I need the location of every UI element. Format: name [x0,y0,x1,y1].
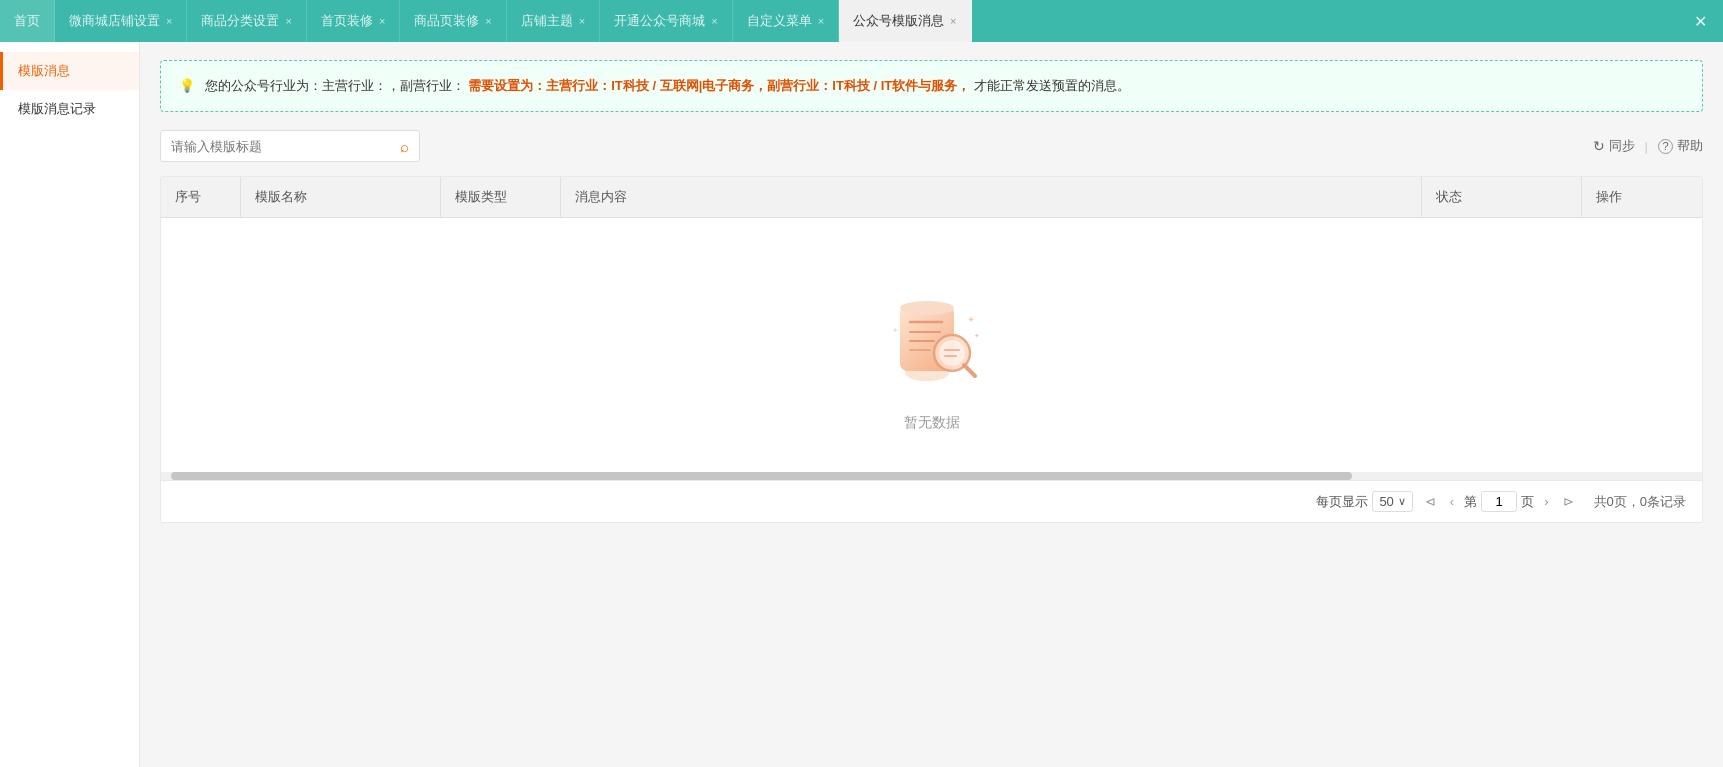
content-area: 💡 您的公众号行业为：主营行业：，副营行业： 需要设置为：主营行业：IT科技 /… [140,42,1723,767]
close-icon[interactable]: × [166,16,172,27]
page-nav: ⊲ ‹ 第 页 › ⊳ [1421,491,1578,512]
tab-shop-settings[interactable]: 微商城店铺设置 × [55,0,187,42]
alert-prefix: 您的公众号行业为：主营行业：，副营行业： [205,78,465,93]
sidebar-item-template-msg-label: 模版消息 [18,63,70,78]
tab-custom-menu[interactable]: 自定义菜单 × [733,0,839,42]
topbar: 首页 微商城店铺设置 × 商品分类设置 × 首页装修 × 商品页装修 × 店铺主… [0,0,1723,42]
col-name: 模版名称 [241,177,441,217]
sync-icon: ↻ [1593,138,1605,154]
svg-point-9 [939,340,965,366]
page-size-select: 每页显示 50 ∨ [1316,491,1412,512]
search-icon[interactable]: ⌕ [400,138,409,155]
divider: | [1645,139,1648,154]
alert-suffix: 才能正常发送预置的消息。 [974,78,1130,93]
tab-shop-settings-label: 微商城店铺设置 [69,12,160,30]
page-prefix-label: 第 [1464,493,1477,511]
sync-label: 同步 [1609,137,1635,155]
tab-homepage-label: 首页装修 [321,12,373,30]
close-all-button[interactable]: ✕ [1678,12,1723,31]
tab-open-mall-label: 开通公众号商城 [614,12,705,30]
help-icon: ? [1658,139,1673,154]
col-action: 操作 [1582,177,1702,217]
close-icon[interactable]: × [818,16,824,27]
tab-home-label: 首页 [14,12,40,30]
table-header: 序号 模版名称 模版类型 消息内容 状态 操作 [161,177,1702,218]
empty-illustration: ✦ ✦ ✦ [872,278,992,398]
tab-category-label: 商品分类设置 [201,12,279,30]
last-page-button[interactable]: ⊳ [1559,492,1578,511]
pagination-bar: 每页显示 50 ∨ ⊲ ‹ 第 页 › ⊳ [161,480,1702,522]
main-layout: 模版消息 模版消息记录 💡 您的公众号行业为：主营行业：，副营行业： 需要设置为… [0,42,1723,767]
search-input-wrap[interactable]: ⌕ [160,130,420,162]
tab-product-page-label: 商品页装修 [414,12,479,30]
dropdown-arrow-icon: ∨ [1398,495,1406,508]
page-unit-label: 页 [1521,493,1534,511]
tab-home[interactable]: 首页 [0,0,55,42]
tab-shop-theme[interactable]: 店铺主题 × [507,0,600,42]
svg-text:✦: ✦ [974,332,980,339]
tab-template-msg[interactable]: 公众号模版消息 × [839,0,971,42]
tab-custom-menu-label: 自定义菜单 [747,12,812,30]
close-icon[interactable]: × [711,16,717,27]
sidebar-item-template-msg-log-label: 模版消息记录 [18,101,96,116]
alert-box: 💡 您的公众号行业为：主营行业：，副营行业： 需要设置为：主营行业：IT科技 /… [160,60,1703,112]
scroll-thumb[interactable] [171,472,1352,480]
next-page-button[interactable]: › [1540,492,1552,511]
search-input[interactable] [171,139,400,154]
empty-state: ✦ ✦ ✦ 暂无数据 [161,218,1702,472]
close-icon[interactable]: × [485,16,491,27]
prev-page-button[interactable]: ‹ [1446,492,1458,511]
page-input-wrap: 第 页 [1464,491,1534,512]
close-icon[interactable]: × [285,16,291,27]
sidebar-item-template-msg-log[interactable]: 模版消息记录 [0,90,139,128]
per-page-value: 50 [1379,494,1393,509]
sidebar: 模版消息 模版消息记录 [0,42,140,767]
col-index: 序号 [161,177,241,217]
tab-homepage[interactable]: 首页装修 × [307,0,400,42]
col-status: 状态 [1422,177,1582,217]
horizontal-scrollbar[interactable] [161,472,1702,480]
svg-text:✦: ✦ [967,314,975,325]
tab-product-page[interactable]: 商品页装修 × [400,0,506,42]
sync-button[interactable]: ↻ 同步 [1593,137,1635,155]
empty-text: 暂无数据 [904,414,960,432]
search-bar: ⌕ ↻ 同步 | ? 帮助 [160,130,1703,162]
per-page-dropdown[interactable]: 50 ∨ [1372,491,1412,512]
help-label: 帮助 [1677,137,1703,155]
col-type: 模版类型 [441,177,561,217]
svg-text:✦: ✦ [892,326,899,335]
sidebar-item-template-msg[interactable]: 模版消息 [0,52,139,90]
svg-point-7 [900,301,954,315]
alert-highlight: 需要设置为：主营行业：IT科技 / 互联网|电子商务，副营行业：IT科技 / I… [468,78,970,93]
bulb-icon: 💡 [179,78,195,93]
help-button[interactable]: ? 帮助 [1658,137,1703,155]
data-table: 序号 模版名称 模版类型 消息内容 状态 操作 [160,176,1703,523]
close-icon[interactable]: × [950,16,956,27]
tab-template-msg-label: 公众号模版消息 [853,12,944,30]
tab-shop-theme-label: 店铺主题 [521,12,573,30]
close-icon[interactable]: × [579,16,585,27]
first-page-button[interactable]: ⊲ [1421,492,1440,511]
tab-open-mall[interactable]: 开通公众号商城 × [600,0,732,42]
tab-category[interactable]: 商品分类设置 × [187,0,306,42]
col-content: 消息内容 [561,177,1422,217]
page-number-input[interactable] [1481,491,1517,512]
toolbar-right: ↻ 同步 | ? 帮助 [1593,137,1703,155]
close-icon[interactable]: × [379,16,385,27]
total-info: 共0页，0条记录 [1594,493,1686,511]
svg-line-10 [964,365,975,376]
per-page-label: 每页显示 [1316,493,1368,511]
